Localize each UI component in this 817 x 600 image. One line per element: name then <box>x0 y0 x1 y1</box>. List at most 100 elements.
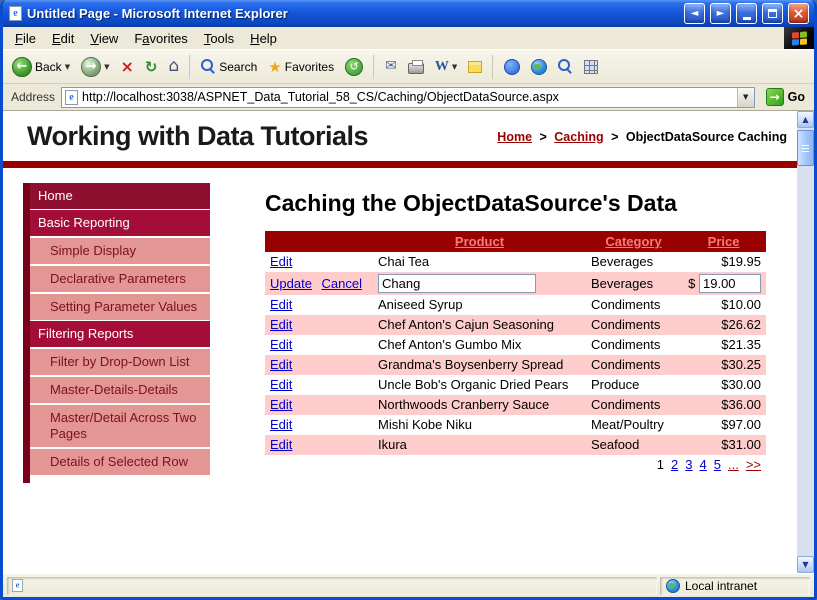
breadcrumb-link-caching[interactable]: Caching <box>554 130 603 144</box>
action-cell: Edit <box>265 335 373 355</box>
sidebar-item-simple-display[interactable]: Simple Display <box>30 238 210 264</box>
breadcrumb-link-home[interactable]: Home <box>497 130 532 144</box>
grid-icon <box>584 60 598 74</box>
menu-favorites[interactable]: Favorites <box>126 28 195 49</box>
page-content: Working with Data Tutorials Home > Cachi… <box>3 111 814 573</box>
maximize-button[interactable] <box>762 3 783 24</box>
breadcrumb: Home > Caching > ObjectDataSource Cachin… <box>497 130 787 152</box>
forward-button[interactable]: → ▼ <box>77 55 113 79</box>
address-input-box[interactable]: ▼ <box>61 87 755 108</box>
print-button[interactable] <box>404 58 428 76</box>
sidebar-item-declarative-parameters[interactable]: Declarative Parameters <box>30 266 210 292</box>
edit-link[interactable]: Edit <box>270 377 292 392</box>
edit-link[interactable]: Edit <box>270 297 292 312</box>
scroll-down-button[interactable]: ▼ <box>797 556 814 573</box>
titlebar[interactable]: Untitled Page - Microsoft Internet Explo… <box>3 0 814 27</box>
pager-link-5[interactable]: 5 <box>714 457 721 472</box>
sort-by-category[interactable]: Category <box>605 234 661 249</box>
stop-button[interactable]: × <box>116 57 137 77</box>
menu-help[interactable]: Help <box>242 28 285 49</box>
toolbar: ← Back ▼ → ▼ × ↻ ⌂ Search ★ Favorites ↺ <box>3 50 814 84</box>
sidebar-item-filter-by-drop-down-list[interactable]: Filter by Drop-Down List <box>30 349 210 375</box>
pager-link-2[interactable]: 2 <box>671 457 678 472</box>
category-cell: Seafood <box>586 435 681 455</box>
pager-link-[interactable]: >> <box>746 457 761 472</box>
sidebar-item-details-of-selected-row[interactable]: Details of Selected Row <box>30 449 210 475</box>
cancel-link[interactable]: Cancel <box>322 276 362 291</box>
product-cell: Northwoods Cranberry Sauce <box>373 395 586 415</box>
product-cell: Mishi Kobe Niku <box>373 415 586 435</box>
zoom-button[interactable] <box>554 57 577 76</box>
product-cell: Chai Tea <box>373 252 586 272</box>
price-cell: $26.62 <box>681 315 766 335</box>
sidebar-item-basic-reporting[interactable]: Basic Reporting <box>30 210 210 236</box>
web-globe-button[interactable] <box>527 57 551 77</box>
discuss-button[interactable] <box>464 59 486 75</box>
pager-link-4[interactable]: 4 <box>700 457 707 472</box>
back-button[interactable]: ← Back ▼ <box>8 55 74 79</box>
sidebar-stripe <box>23 183 30 483</box>
sidebar-item-filtering-reports[interactable]: Filtering Reports <box>30 321 210 347</box>
favorites-button[interactable]: ★ Favorites <box>264 57 338 77</box>
grid-header-category: Category <box>586 231 681 252</box>
vertical-scrollbar[interactable]: ▲ ▼ <box>797 111 814 573</box>
table-row: EditAniseed SyrupCondiments$10.00 <box>265 295 766 315</box>
refresh-button[interactable]: ↻ <box>141 57 162 77</box>
sidebar-item-master-detail-across-two-pages[interactable]: Master/Detail Across Two Pages <box>30 405 210 447</box>
menu-edit[interactable]: Edit <box>44 28 82 49</box>
pager-link-[interactable]: ... <box>728 457 739 472</box>
home-button[interactable]: ⌂ <box>164 56 183 77</box>
menu-tools[interactable]: Tools <box>196 28 242 49</box>
product-edit-input[interactable] <box>378 274 536 293</box>
edit-link[interactable]: Edit <box>270 437 292 452</box>
table-row: EditChef Anton's Gumbo MixCondiments$21.… <box>265 335 766 355</box>
menu-view[interactable]: View <box>82 28 126 49</box>
sort-by-price[interactable]: Price <box>708 234 740 249</box>
status-page-icon <box>12 579 23 592</box>
table-row: EditIkuraSeafood$31.00 <box>265 435 766 455</box>
sidebar-item-setting-parameter-values[interactable]: Setting Parameter Values <box>30 294 210 320</box>
address-bar: Address ▼ → Go <box>3 84 814 111</box>
sidebar-item-home[interactable]: Home <box>30 183 210 209</box>
edit-dropdown-icon[interactable]: ▼ <box>452 63 457 71</box>
sort-by-product[interactable]: Product <box>455 234 504 249</box>
history-button[interactable]: ↺ <box>341 56 367 78</box>
ie-page-icon <box>9 6 22 21</box>
forward-dropdown-icon[interactable]: ▼ <box>104 63 109 71</box>
edit-link[interactable]: Edit <box>270 254 292 269</box>
messenger-button[interactable] <box>500 57 524 77</box>
pager-link-3[interactable]: 3 <box>685 457 692 472</box>
scroll-up-button[interactable]: ▲ <box>797 111 814 128</box>
pager-current-page: 1 <box>657 457 664 472</box>
product-cell: Ikura <box>373 435 586 455</box>
minimize-button[interactable] <box>736 3 757 24</box>
edit-link[interactable]: Edit <box>270 417 292 432</box>
monitor-right-button[interactable]: ► <box>710 3 731 24</box>
go-button[interactable]: → Go <box>761 88 810 106</box>
edit-with-word-button[interactable]: W ▼ <box>431 57 461 77</box>
update-link[interactable]: Update <box>270 276 312 291</box>
scrollbar-thumb[interactable] <box>797 130 814 166</box>
sidebar-item-master-details-details[interactable]: Master-Details-Details <box>30 377 210 403</box>
monitor-left-button[interactable]: ◄ <box>684 3 705 24</box>
close-button[interactable]: × <box>788 3 809 24</box>
grid-button[interactable] <box>580 58 602 76</box>
table-row: EditUncle Bob's Organic Dried PearsProdu… <box>265 375 766 395</box>
price-edit-input[interactable] <box>699 274 761 293</box>
edit-link[interactable]: Edit <box>270 317 292 332</box>
print-icon <box>408 63 424 74</box>
edit-link[interactable]: Edit <box>270 397 292 412</box>
mail-button[interactable]: ✉ <box>381 57 401 76</box>
menu-file[interactable]: File <box>7 28 44 49</box>
edit-link[interactable]: Edit <box>270 357 292 372</box>
edit-link[interactable]: Edit <box>270 337 292 352</box>
back-dropdown-icon[interactable]: ▼ <box>65 63 70 71</box>
search-button[interactable]: Search <box>197 57 261 76</box>
grid-header-row: Product Category Price <box>265 231 766 252</box>
address-url-input[interactable] <box>82 89 733 106</box>
breadcrumb-current: ObjectDataSource Caching <box>626 130 787 144</box>
refresh-icon: ↻ <box>145 59 158 75</box>
back-icon: ← <box>12 57 32 77</box>
price-cell: $ <box>681 272 766 295</box>
address-dropdown-button[interactable]: ▼ <box>737 88 754 107</box>
